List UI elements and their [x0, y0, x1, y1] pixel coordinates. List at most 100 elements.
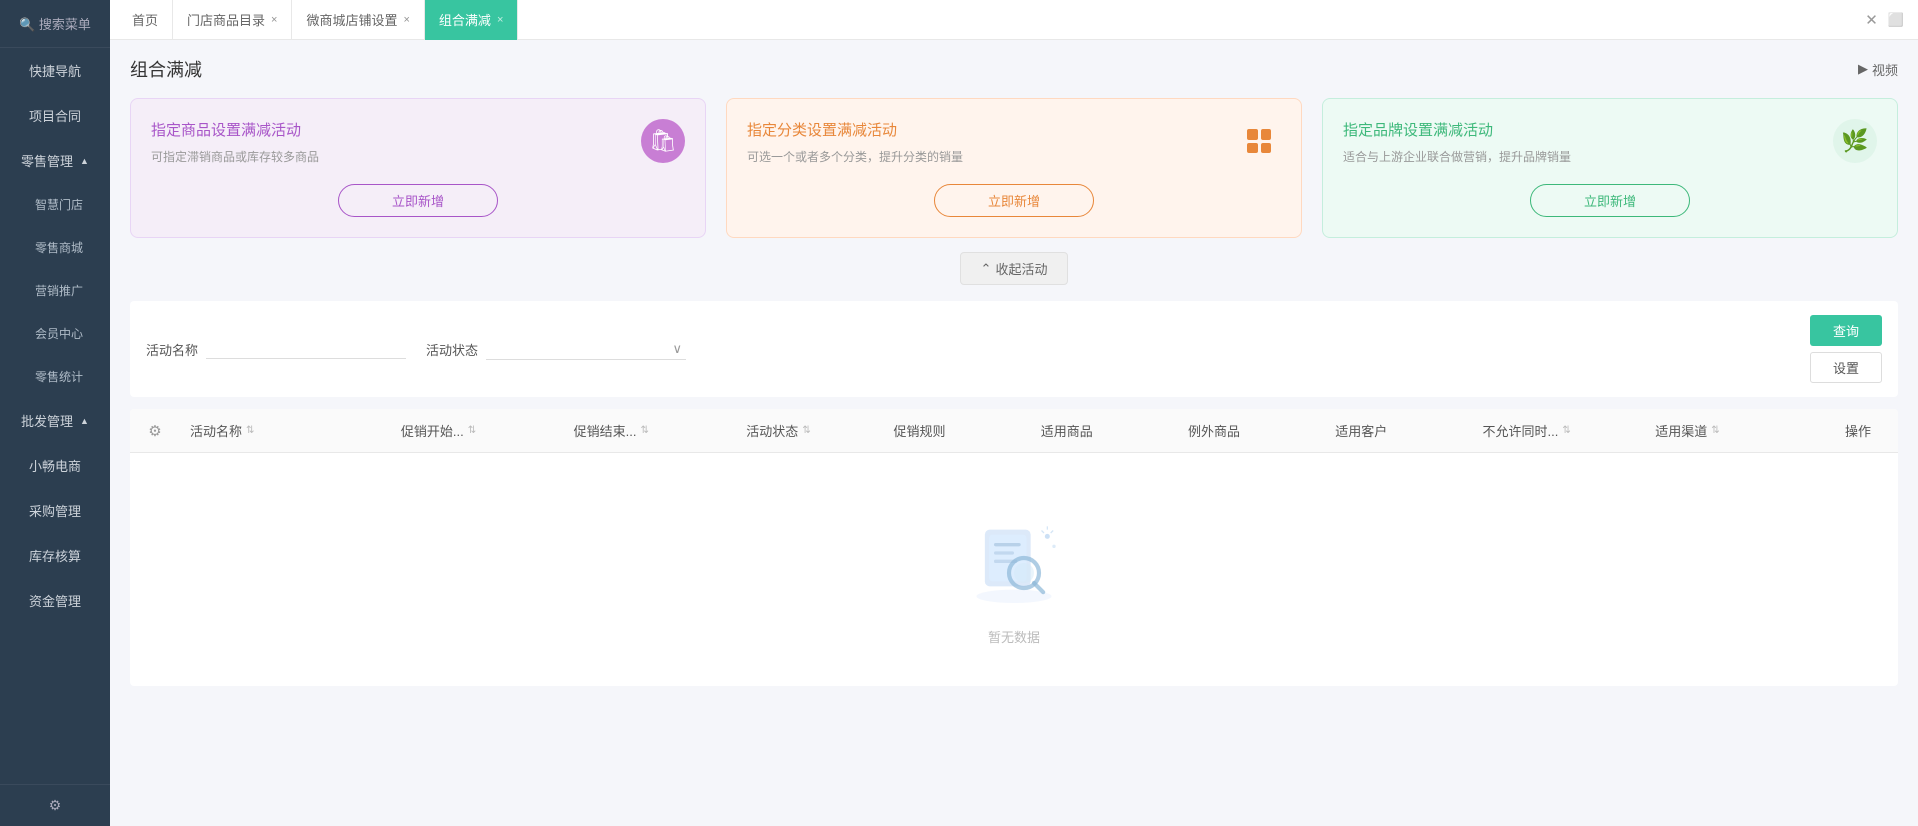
- sidebar-settings[interactable]: ⚙: [0, 784, 110, 826]
- settings-icon[interactable]: ⚙: [148, 422, 161, 440]
- sidebar-item-smart-store[interactable]: 智慧门店: [0, 183, 110, 226]
- th-notsame[interactable]: 不允许同时...⇅: [1473, 409, 1646, 452]
- card-title-category-card: 指定分类设置满减活动: [747, 119, 1281, 140]
- tab-label-store-catalog: 门店商品目录: [187, 10, 265, 29]
- card-btn-brand-card[interactable]: 立即新增: [1530, 184, 1690, 217]
- th-label-notsame: 不允许同时...: [1483, 421, 1559, 440]
- th-label-status: 活动状态: [746, 421, 798, 440]
- card-btn-category-card[interactable]: 立即新增: [934, 184, 1094, 217]
- sidebar-item-retail-mgmt[interactable]: 零售管理▲: [0, 138, 110, 183]
- sidebar-search[interactable]: 🔍 搜索菜单: [0, 0, 110, 48]
- th-label-end: 促销结束...: [574, 421, 637, 440]
- tab-close-icon[interactable]: ×: [497, 14, 503, 26]
- th-label-action: 操作: [1845, 421, 1871, 440]
- sidebar-search-label: 搜索菜单: [39, 17, 91, 32]
- sidebar-item-finance-mgmt[interactable]: 资金管理: [0, 578, 110, 623]
- th-label-name: 活动名称: [190, 421, 242, 440]
- th-label-channel: 适用渠道: [1655, 421, 1707, 440]
- sidebar-item-xiaochang[interactable]: 小畅电商: [0, 443, 110, 488]
- filter-status-label: 活动状态: [426, 340, 478, 359]
- th-label-customer: 适用客户: [1335, 421, 1387, 440]
- collapse-icon: ⌃: [981, 261, 992, 277]
- card-desc-brand-card: 适合与上游企业联合做营销，提升品牌销量: [1343, 148, 1877, 170]
- sort-icon-start: ⇅: [468, 425, 476, 436]
- card-icon-brand-card: 🌿: [1833, 119, 1877, 163]
- sidebar-item-retail-mall[interactable]: 零售商城: [0, 226, 110, 269]
- video-label: 视频: [1872, 60, 1898, 79]
- sort-icon-notsame: ⇅: [1562, 425, 1570, 436]
- collapse-label: 收起活动: [995, 259, 1047, 278]
- th-channel[interactable]: 适用渠道 ⇅: [1645, 409, 1818, 452]
- search-icon: 🔍: [19, 17, 35, 32]
- empty-state: 暂无数据: [130, 453, 1898, 686]
- card-icon-category-card: [1237, 119, 1281, 163]
- th-goods: 适用商品: [1031, 409, 1178, 452]
- card-title-product-card: 指定商品设置满减活动: [151, 119, 685, 140]
- chevron-down-icon: ∨: [673, 341, 683, 357]
- tab-label-home: 首页: [132, 10, 158, 29]
- th-except: 例外商品: [1178, 409, 1325, 452]
- sort-icon-end: ⇅: [640, 425, 648, 436]
- th-name[interactable]: 活动名称 ⇅: [180, 409, 391, 452]
- settings-button[interactable]: 设置: [1810, 352, 1882, 383]
- card-title-brand-card: 指定品牌设置满减活动: [1343, 119, 1877, 140]
- sidebar: 🔍 搜索菜单 快捷导航项目合同零售管理▲智慧门店零售商城营销推广会员中心零售统计…: [0, 0, 110, 826]
- play-icon: ▶: [1858, 61, 1868, 77]
- th-end[interactable]: 促销结束...⇅: [564, 409, 737, 452]
- th-customer: 适用客户: [1325, 409, 1472, 452]
- filter-name-input[interactable]: [206, 339, 406, 359]
- page-title: 组合满减: [130, 56, 202, 82]
- th-rule: 促销规则: [884, 409, 1031, 452]
- video-link[interactable]: ▶ 视频: [1858, 60, 1898, 79]
- empty-illustration: [964, 513, 1064, 613]
- card-icon-product-card: 🛍: [641, 119, 685, 163]
- collapse-button[interactable]: ⌃ 收起活动: [960, 252, 1069, 285]
- gear-icon: ⚙: [49, 797, 62, 813]
- th-start[interactable]: 促销开始... ⇅: [391, 409, 564, 452]
- expand-arrow-icon: ▲: [80, 416, 89, 426]
- th-status[interactable]: 活动状态 ⇅: [736, 409, 883, 452]
- tab-close-icon[interactable]: ×: [403, 14, 409, 26]
- sidebar-item-retail-stats[interactable]: 零售统计: [0, 355, 110, 398]
- sort-icon-channel: ⇅: [1711, 425, 1719, 436]
- empty-text: 暂无数据: [988, 627, 1040, 646]
- tab-label-wechat-shop: 微商城店铺设置: [306, 10, 397, 29]
- sidebar-item-purchase-mgmt[interactable]: 采购管理: [0, 488, 110, 533]
- th-label-start: 促销开始...: [401, 421, 464, 440]
- close-window-icon[interactable]: ✕: [1865, 11, 1878, 29]
- sidebar-item-marketing[interactable]: 营销推广: [0, 269, 110, 312]
- th-gear: ⚙: [130, 410, 180, 452]
- sidebar-item-quick-nav[interactable]: 快捷导航: [0, 48, 110, 93]
- query-button[interactable]: 查询: [1810, 315, 1882, 346]
- filter-status-select[interactable]: ∨: [486, 339, 686, 360]
- sidebar-item-project-contract[interactable]: 项目合同: [0, 93, 110, 138]
- sidebar-item-member-center[interactable]: 会员中心: [0, 312, 110, 355]
- sort-icon-name: ⇅: [246, 425, 254, 436]
- filter-actions: 查询 设置: [1810, 315, 1882, 383]
- tab-store-catalog[interactable]: 门店商品目录 ×: [173, 0, 292, 40]
- page-content: 组合满减 ▶ 视频 指定商品设置满减活动可指定滞销商品或库存较多商品🛍立即新增指…: [110, 40, 1918, 826]
- th-label-goods: 适用商品: [1041, 421, 1093, 440]
- sort-icon-status: ⇅: [802, 425, 810, 436]
- filter-name-item: 活动名称: [146, 339, 406, 359]
- tab-combo-discount[interactable]: 组合满减 ×: [425, 0, 518, 40]
- th-label-rule: 促销规则: [894, 421, 946, 440]
- tab-wechat-shop[interactable]: 微商城店铺设置 ×: [292, 0, 424, 40]
- filter-name-label: 活动名称: [146, 340, 198, 359]
- sidebar-item-inventory[interactable]: 库存核算: [0, 533, 110, 578]
- th-label-except: 例外商品: [1188, 421, 1240, 440]
- tab-label-combo-discount: 组合满减: [439, 10, 491, 29]
- th-action: 操作: [1818, 409, 1898, 452]
- card-desc-category-card: 可选一个或者多个分类，提升分类的销量: [747, 148, 1281, 170]
- tab-home[interactable]: 首页: [118, 0, 173, 40]
- product-card: 指定商品设置满减活动可指定滞销商品或库存较多商品🛍立即新增: [130, 98, 706, 238]
- page-header: 组合满减 ▶ 视频: [130, 56, 1898, 82]
- sidebar-item-wholesale-mgmt[interactable]: 批发管理▲: [0, 398, 110, 443]
- category-card: 指定分类设置满减活动可选一个或者多个分类，提升分类的销量立即新增: [726, 98, 1302, 238]
- table-container: ⚙活动名称⇅促销开始...⇅促销结束...⇅活动状态⇅促销规则适用商品例外商品适…: [130, 409, 1898, 686]
- cards-row: 指定商品设置满减活动可指定滞销商品或库存较多商品🛍立即新增指定分类设置满减活动可…: [130, 98, 1898, 238]
- tab-bar: 首页 门店商品目录 × 微商城店铺设置 × 组合满减 × ✕ ⬜: [110, 0, 1918, 40]
- card-btn-product-card[interactable]: 立即新增: [338, 184, 498, 217]
- tab-close-icon[interactable]: ×: [271, 14, 277, 26]
- maximize-window-icon[interactable]: ⬜: [1888, 12, 1904, 28]
